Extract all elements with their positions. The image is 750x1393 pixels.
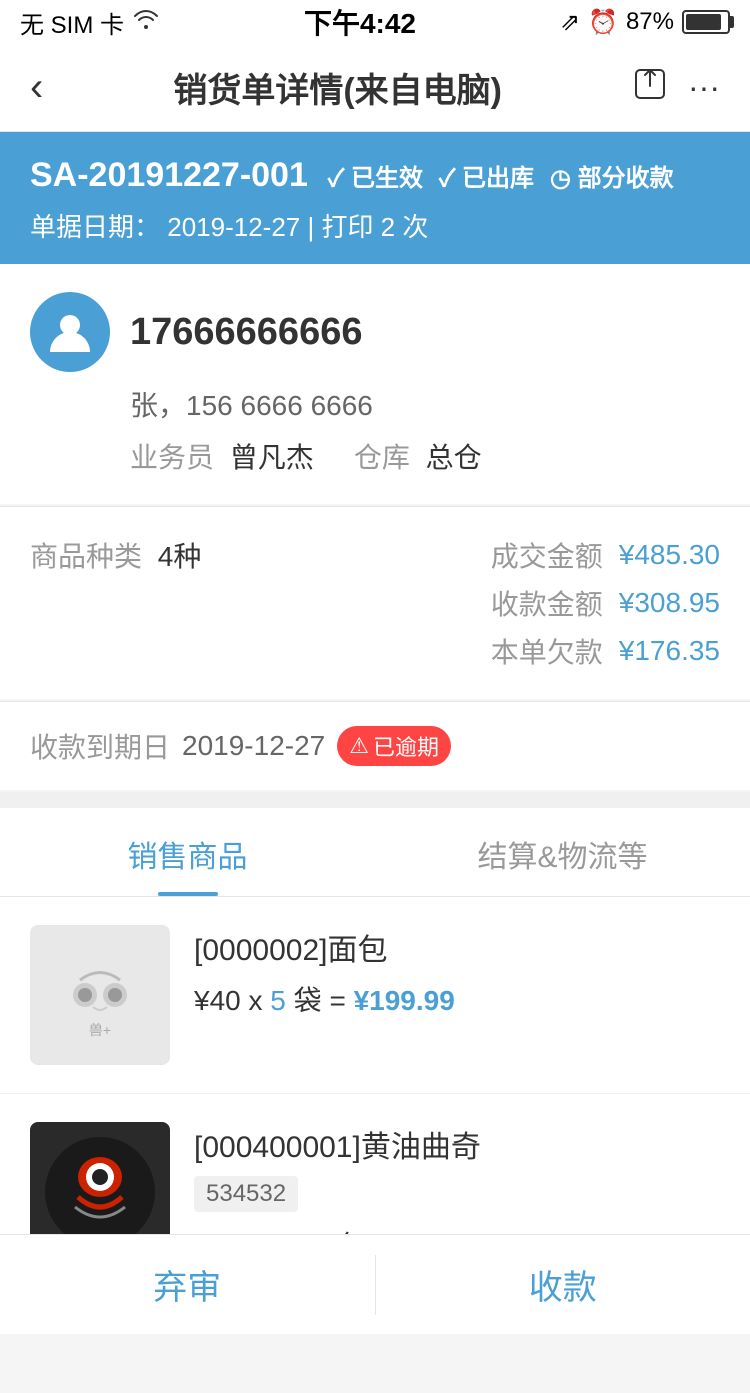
product-name-2: [000400001]黄油曲奇 (194, 1122, 720, 1166)
bottom-bar: 弃审 收款 (0, 1234, 750, 1334)
received-row: 收款金额 ¥308.95 (491, 583, 720, 623)
deal-amount-label: 成交金额 (491, 535, 603, 575)
nav-right: ··· (632, 66, 720, 110)
balance-label: 本单欠款 (491, 631, 603, 671)
badge-shipped: ✓ 已出库 (439, 158, 534, 193)
battery-icon (682, 10, 730, 34)
price-1: ¥40 (194, 985, 241, 1016)
product-name-1: [0000002]面包 (194, 925, 720, 969)
balance-amount: ¥176.35 (619, 635, 720, 667)
product-price-1: ¥40 x 5 袋 = ¥199.99 (194, 979, 720, 1019)
stats-section: 商品种类 4种 成交金额 ¥485.30 收款金额 ¥308.95 本单欠款 ¥… (0, 507, 750, 699)
order-header: SA-20191227-001 ✓ 已生效 ✓ 已出库 ◷ 部分收款 单据日期：… (0, 132, 750, 264)
order-number: SA-20191227-001 (30, 156, 308, 195)
unit-1: 袋 (294, 985, 322, 1016)
status-left: 无 SIM 卡 (20, 5, 160, 40)
alarm-icon: ⏰ (588, 8, 618, 37)
nav-left: ‹ (30, 65, 43, 110)
due-label: 收款到期日 (30, 726, 170, 766)
status-right: ⇗ ⏰ 87% (560, 8, 730, 37)
quantity-1: 5 (270, 985, 286, 1016)
order-number-row: SA-20191227-001 ✓ 已生效 ✓ 已出库 ◷ 部分收款 (30, 156, 720, 195)
wifi-icon (132, 8, 160, 37)
customer-info-row: 业务员 曾凡杰 仓库 总仓 (130, 436, 720, 476)
avatar (30, 292, 110, 372)
deal-amount: ¥485.30 (619, 539, 720, 571)
tab-products[interactable]: 销售商品 (0, 808, 375, 896)
order-date: 2019-12-27 (167, 212, 300, 242)
back-button[interactable]: ‹ (30, 65, 43, 110)
order-badges: ✓ 已生效 ✓ 已出库 ◷ 部分收款 (328, 158, 674, 193)
svg-text:兽+: 兽+ (89, 1022, 111, 1038)
customer-section: 17666666666 张，156 6666 6666 业务员 曾凡杰 仓库 总… (0, 264, 750, 504)
customer-name: 张，156 6666 6666 (130, 384, 720, 424)
total-1: ¥199.99 (354, 985, 455, 1016)
balance-row: 本单欠款 ¥176.35 (491, 631, 720, 671)
warehouse-name: 总仓 (426, 442, 482, 473)
overdue-badge: ⚠ 已逾期 (337, 726, 451, 766)
deal-amount-row: 成交金额 ¥485.30 (491, 535, 720, 575)
customer-row: 17666666666 (30, 292, 720, 372)
product-thumbnail-1: 兽+ (30, 925, 170, 1065)
collect-payment-button[interactable]: 收款 (376, 1235, 750, 1334)
battery-percent: 87% (626, 8, 674, 36)
sales-label: 业务员 (130, 442, 214, 473)
tab-settlement[interactable]: 结算&物流等 (375, 808, 750, 896)
item-type-row: 商品种类 4种 (30, 535, 201, 575)
item-type-count: 4种 (158, 541, 202, 572)
item-type-label: 商品种类 (30, 541, 142, 572)
location-icon: ⇗ (560, 8, 580, 37)
carrier-text: 无 SIM 卡 (20, 5, 124, 40)
warehouse-label: 仓库 (354, 442, 410, 473)
due-section: 收款到期日 2019-12-27 ⚠ 已逾期 (0, 702, 750, 790)
overdue-icon: ⚠ (349, 733, 369, 759)
print-info: | 打印 2 次 (307, 212, 428, 242)
section-divider (0, 792, 750, 808)
date-label: 单据日期： (30, 212, 160, 242)
tabs: 销售商品 结算&物流等 (0, 808, 750, 897)
received-label: 收款金额 (491, 583, 603, 623)
order-date-row: 单据日期： 2019-12-27 | 打印 2 次 (30, 207, 720, 244)
product-sku-2: 534532 (194, 1176, 298, 1212)
due-date: 2019-12-27 (182, 730, 325, 762)
stats-left: 商品种类 4种 (30, 535, 201, 575)
status-time: 下午4:42 (304, 2, 416, 42)
nav-bar: ‹ 销货单详情(来自电脑) ··· (0, 44, 750, 132)
badge-effective: ✓ 已生效 (328, 158, 423, 193)
list-item: 兽+ [0000002]面包 ¥40 x 5 袋 = ¥199.99 (0, 897, 750, 1094)
more-icon[interactable]: ··· (688, 69, 720, 106)
customer-phone: 17666666666 (130, 311, 362, 354)
share-icon[interactable] (632, 66, 668, 110)
badge-partial-payment: ◷ 部分收款 (550, 158, 674, 193)
product-info-1: [0000002]面包 ¥40 x 5 袋 = ¥199.99 (194, 925, 720, 1019)
stats-right: 成交金额 ¥485.30 收款金额 ¥308.95 本单欠款 ¥176.35 (491, 535, 720, 671)
cancel-audit-button[interactable]: 弃审 (0, 1235, 375, 1334)
status-bar: 无 SIM 卡 下午4:42 ⇗ ⏰ 87% (0, 0, 750, 44)
page-title: 销货单详情(来自电脑) (173, 63, 502, 112)
received-amount: ¥308.95 (619, 587, 720, 619)
overdue-text: 已逾期 (373, 730, 439, 762)
sales-name: 曾凡杰 (230, 442, 314, 473)
